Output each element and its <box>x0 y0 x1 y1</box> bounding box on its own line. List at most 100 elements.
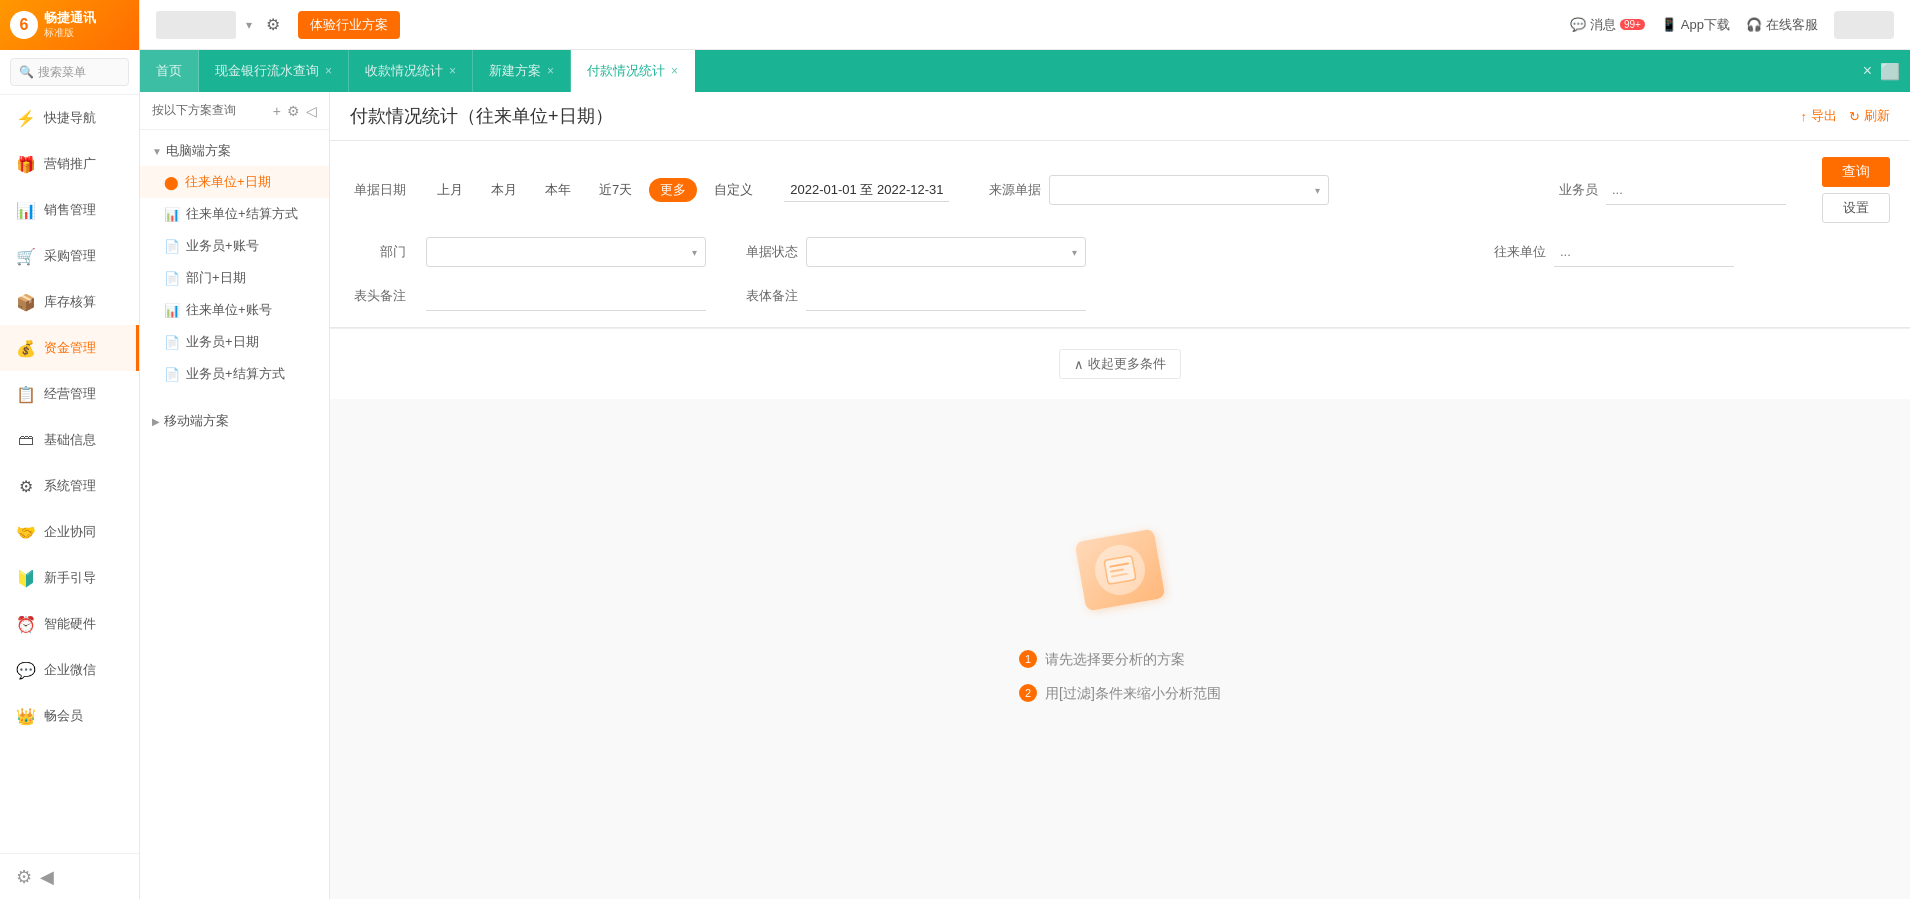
window-close-button[interactable]: × <box>1863 62 1872 80</box>
sidebar-item-member[interactable]: 👑 畅会员 <box>0 693 139 739</box>
last-month-button[interactable]: 上月 <box>426 177 474 203</box>
sidebar-item-basic-info[interactable]: 🗃 基础信息 <box>0 417 139 463</box>
scheme-item-partner-account[interactable]: 📊 往来单位+账号 <box>140 294 329 326</box>
last-7days-button[interactable]: 近7天 <box>588 177 643 203</box>
refresh-button[interactable]: ↻ 刷新 <box>1849 107 1890 125</box>
system-icon: ⚙ <box>16 477 36 496</box>
tab-receive-stats[interactable]: 收款情况统计 × <box>349 50 473 92</box>
sidebar: 6 畅捷通讯 标准版 🔍 搜索菜单 ⚡ 快捷导航 🎁 营销推广 📊 销售管理 🛒… <box>0 0 140 899</box>
tab-close-receive-stats[interactable]: × <box>449 64 456 78</box>
scheme-chart-icon: 📊 <box>164 207 180 222</box>
header-note-input[interactable] <box>426 281 706 311</box>
sidebar-item-enterprise[interactable]: 🤝 企业协同 <box>0 509 139 555</box>
date-range-display[interactable]: 2022-01-01 至 2022-12-31 <box>784 179 949 202</box>
collapse-more-button[interactable]: ∧ 收起更多条件 <box>1059 349 1181 379</box>
export-button[interactable]: ↑ 导出 <box>1801 107 1838 125</box>
sidebar-item-guide[interactable]: 🔰 新手引导 <box>0 555 139 601</box>
scheme-doc-icon2: 📄 <box>164 271 180 286</box>
sidebar-item-inventory[interactable]: 📦 库存核算 <box>0 279 139 325</box>
guide-icon: 🔰 <box>16 569 36 588</box>
scheme-item-salesman-date[interactable]: 📄 业务员+日期 <box>140 326 329 358</box>
footer-collapse-button[interactable]: ◀ <box>40 866 54 888</box>
scheme-doc-icon: 📄 <box>164 239 180 254</box>
this-month-button[interactable]: 本月 <box>480 177 528 203</box>
custom-date-button[interactable]: 自定义 <box>703 177 764 203</box>
scheme-group-mobile: ▶ 移动端方案 <box>140 396 329 442</box>
collapse-area: ∧ 收起更多条件 <box>330 328 1910 399</box>
dept-select[interactable]: ▾ <box>426 237 706 267</box>
sidebar-item-sales[interactable]: 📊 销售管理 <box>0 187 139 233</box>
scheme-item-salesman-settle[interactable]: 📄 业务员+结算方式 <box>140 358 329 390</box>
inventory-icon: 📦 <box>16 293 36 312</box>
sidebar-header: 6 畅捷通讯 标准版 <box>0 0 139 50</box>
body-note-input[interactable] <box>806 281 1086 311</box>
tab-new-scheme[interactable]: 新建方案 × <box>473 50 571 92</box>
topbar-settings-button[interactable]: ⚙ <box>266 15 280 34</box>
source-doc-select[interactable]: ▾ <box>1049 175 1329 205</box>
filter-settings-button[interactable]: 设置 <box>1822 193 1890 223</box>
pc-group-arrow: ▼ <box>152 146 162 157</box>
more-dates-button[interactable]: 更多 <box>649 178 697 202</box>
this-year-button[interactable]: 本年 <box>534 177 582 203</box>
scheme-item-partner-settle[interactable]: 📊 往来单位+结算方式 <box>140 198 329 230</box>
app-download-button[interactable]: 📱 App下载 <box>1661 16 1730 34</box>
logo-icon: 6 <box>10 11 38 39</box>
sidebar-item-operations[interactable]: 📋 经营管理 <box>0 371 139 417</box>
sidebar-item-quick-nav[interactable]: ⚡ 快捷导航 <box>0 95 139 141</box>
sidebar-footer: ⚙ ◀ <box>0 853 139 899</box>
topbar-user-area <box>156 11 236 39</box>
empty-icon <box>1060 525 1180 625</box>
doc-status-arrow: ▾ <box>1072 247 1077 258</box>
partner-input[interactable] <box>1554 237 1734 267</box>
topbar-dropdown-button[interactable]: ▾ <box>246 18 252 32</box>
tab-home[interactable]: 首页 <box>140 50 199 92</box>
sidebar-item-marketing[interactable]: 🎁 营销推广 <box>0 141 139 187</box>
scheme-settings-button[interactable]: ⚙ <box>287 103 300 119</box>
window-maximize-button[interactable]: ⬜ <box>1880 62 1900 81</box>
tab-close-new-scheme[interactable]: × <box>547 64 554 78</box>
search-menu-button[interactable]: 🔍 搜索菜单 <box>10 58 129 86</box>
messages-button[interactable]: 💬 消息 99+ <box>1570 16 1645 34</box>
page-title: 付款情况统计（往来单位+日期） <box>350 104 1801 128</box>
filter-area: 单据日期 上月 本月 本年 近7天 更多 自定义 2022-01-01 至 20… <box>330 141 1910 328</box>
try-industry-button[interactable]: 体验行业方案 <box>298 11 400 39</box>
sidebar-item-finance[interactable]: 💰 资金管理 <box>0 325 139 371</box>
tab-bank-flow[interactable]: 现金银行流水查询 × <box>199 50 349 92</box>
footer-settings-button[interactable]: ⚙ <box>16 866 32 888</box>
message-icon: 💬 <box>1570 17 1586 32</box>
sidebar-item-hardware[interactable]: ⏰ 智能硬件 <box>0 601 139 647</box>
scheme-active-icon: ⬤ <box>164 175 179 190</box>
doc-status-select[interactable]: ▾ <box>806 237 1086 267</box>
online-service-button[interactable]: 🎧 在线客服 <box>1746 16 1818 34</box>
scheme-group-pc-header[interactable]: ▼ 电脑端方案 <box>140 136 329 166</box>
filter-row-1: 单据日期 上月 本月 本年 近7天 更多 自定义 2022-01-01 至 20… <box>350 157 1890 223</box>
mobile-group-arrow: ▶ <box>152 416 160 427</box>
query-button[interactable]: 查询 <box>1822 157 1890 187</box>
source-doc-arrow: ▾ <box>1315 185 1320 196</box>
sidebar-item-purchase[interactable]: 🛒 采购管理 <box>0 233 139 279</box>
salesman-input[interactable] <box>1606 175 1786 205</box>
sidebar-item-weixin[interactable]: 💬 企业微信 <box>0 647 139 693</box>
scheme-item-salesman-account[interactable]: 📄 业务员+账号 <box>140 230 329 262</box>
user-avatar-right[interactable] <box>1834 11 1894 39</box>
topbar: ▾ ⚙ 体验行业方案 💬 消息 99+ 📱 App下载 🎧 在线客服 <box>140 0 1910 50</box>
scheme-item-dept-date[interactable]: 📄 部门+日期 <box>140 262 329 294</box>
user-avatar <box>156 11 236 39</box>
quick-nav-icon: ⚡ <box>16 109 36 128</box>
scheme-collapse-button[interactable]: ◁ <box>306 103 317 119</box>
scheme-add-button[interactable]: + <box>273 103 281 119</box>
tab-pay-stats[interactable]: 付款情况统计 × <box>571 50 695 92</box>
tab-close-bank-flow[interactable]: × <box>325 64 332 78</box>
tab-close-pay-stats[interactable]: × <box>671 64 678 78</box>
empty-tip-1: 1 请先选择要分析的方案 <box>1019 645 1221 673</box>
tabbar: 首页 现金银行流水查询 × 收款情况统计 × 新建方案 × 付款情况统计 × ×… <box>140 50 1910 92</box>
date-options: 上月 本月 本年 近7天 更多 自定义 <box>426 177 764 203</box>
scheme-item-partner-date[interactable]: ⬤ 往来单位+日期 <box>140 166 329 198</box>
service-icon: 🎧 <box>1746 17 1762 32</box>
member-icon: 👑 <box>16 707 36 726</box>
scheme-panel: 按以下方案查询 + ⚙ ◁ ▼ 电脑端方案 ⬤ 往来单位+日期 📊 往来单位+结… <box>140 92 330 899</box>
enterprise-icon: 🤝 <box>16 523 36 542</box>
finance-icon: 💰 <box>16 339 36 358</box>
sidebar-item-system[interactable]: ⚙ 系统管理 <box>0 463 139 509</box>
scheme-group-mobile-header[interactable]: ▶ 移动端方案 <box>140 406 329 436</box>
